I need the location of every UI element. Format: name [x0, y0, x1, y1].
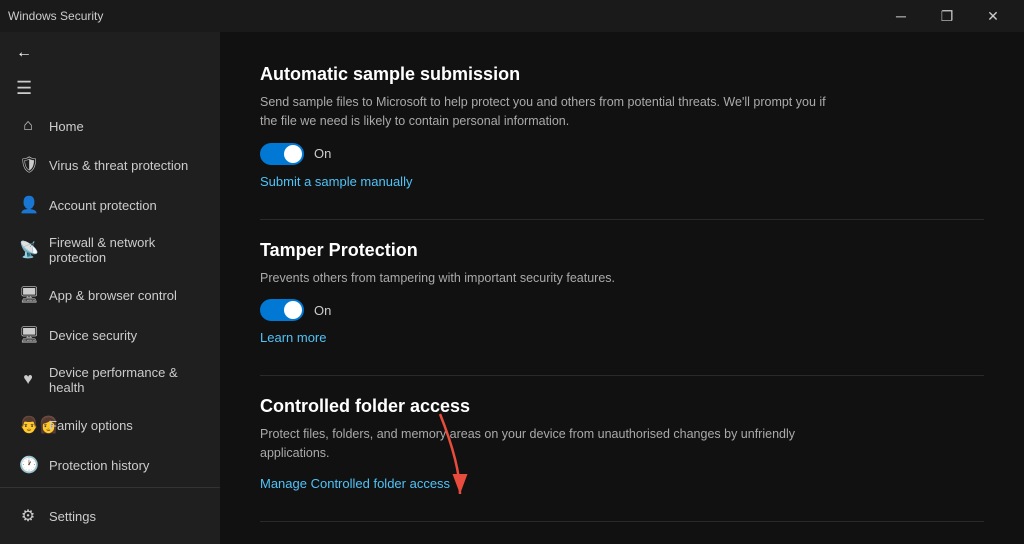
sidebar-item-firewall[interactable]: 📡 Firewall & network protection [0, 225, 220, 275]
shield-icon: 🛡 [19, 155, 37, 175]
section-desc-tamper: Prevents others from tampering with impo… [260, 269, 840, 288]
sidebar: ← ☰ ⌂ Home 🛡 Virus & threat protection 👤… [0, 32, 220, 544]
section-tamper: Tamper Protection Prevents others from t… [260, 240, 984, 348]
main-wrapper: Automatic sample submission Send sample … [220, 32, 1024, 544]
menu-icon[interactable]: ☰ [0, 70, 220, 107]
sidebar-item-label: Account protection [49, 198, 157, 213]
restore-button[interactable]: ❐ [924, 0, 970, 32]
app-body: ← ☰ ⌂ Home 🛡 Virus & threat protection 👤… [0, 32, 1024, 544]
sidebar-item-virus[interactable]: 🛡 Virus & threat protection [0, 145, 220, 185]
sidebar-item-history[interactable]: 🕐 Protection history [0, 445, 220, 485]
divider-1 [260, 219, 984, 220]
sidebar-item-label: Family options [49, 418, 133, 433]
link-learn-more[interactable]: Learn more [260, 330, 326, 345]
link-submit-sample[interactable]: Submit a sample manually [260, 174, 412, 189]
section-automatic-sample: Automatic sample submission Send sample … [260, 64, 984, 191]
family-icon: 👨‍👩 [19, 415, 37, 435]
sidebar-item-account[interactable]: 👤 Account protection [0, 185, 220, 225]
settings-icon: ⚙ [19, 506, 37, 526]
sidebar-item-home[interactable]: ⌂ Home [0, 107, 220, 145]
sidebar-footer: ⚙ Settings [0, 487, 220, 544]
title-bar-left: Windows Security [8, 9, 103, 23]
sidebar-item-devicesec[interactable]: 🖥 Device security [0, 315, 220, 355]
back-button[interactable]: ← [0, 36, 220, 70]
network-icon: 📡 [19, 240, 37, 260]
section-title-automatic: Automatic sample submission [260, 64, 984, 85]
app-title: Windows Security [8, 9, 103, 23]
section-controlled-folder: Controlled folder access Protect files, … [260, 396, 984, 493]
sidebar-item-family[interactable]: 👨‍👩 Family options [0, 405, 220, 445]
sidebar-item-label: App & browser control [49, 288, 177, 303]
minimize-button[interactable]: ─ [878, 0, 924, 32]
section-title-controlled: Controlled folder access [260, 396, 984, 417]
toggle-row-tamper: On [260, 299, 984, 321]
toggle-tamper[interactable] [260, 299, 304, 321]
toggle-row-automatic: On [260, 143, 984, 165]
sidebar-item-label: Virus & threat protection [49, 158, 188, 173]
toggle-automatic[interactable] [260, 143, 304, 165]
sidebar-item-label: Device security [49, 328, 137, 343]
toggle-label-automatic: On [314, 146, 331, 161]
home-icon: ⌂ [19, 117, 37, 135]
sidebar-item-appbrowser[interactable]: 🖥 App & browser control [0, 275, 220, 315]
toggle-label-tamper: On [314, 303, 331, 318]
sidebar-item-label: Home [49, 119, 84, 134]
section-title-tamper: Tamper Protection [260, 240, 984, 261]
sidebar-item-label: Protection history [49, 458, 149, 473]
back-icon: ← [16, 44, 32, 62]
sidebar-item-label: Device performance & health [49, 365, 204, 395]
account-icon: 👤 [19, 195, 37, 215]
divider-3 [260, 521, 984, 522]
close-button[interactable]: ✕ [970, 0, 1016, 32]
devicesec-icon: 🖥 [19, 325, 37, 345]
link-manage-folder[interactable]: Manage Controlled folder access [260, 476, 450, 491]
sidebar-item-label: Firewall & network protection [49, 235, 204, 265]
sidebar-item-deviceperf[interactable]: ♥ Device performance & health [0, 355, 220, 405]
sidebar-item-settings[interactable]: ⚙ Settings [0, 496, 220, 536]
deviceperf-icon: ♥ [19, 371, 37, 389]
main-content: Automatic sample submission Send sample … [220, 32, 1024, 544]
section-desc-automatic: Send sample files to Microsoft to help p… [260, 93, 840, 131]
sidebar-item-label: Settings [49, 509, 96, 524]
title-bar: Windows Security ─ ❐ ✕ [0, 0, 1024, 32]
appbrowser-icon: 🖥 [19, 285, 37, 305]
divider-2 [260, 375, 984, 376]
history-icon: 🕐 [19, 455, 37, 475]
title-bar-controls: ─ ❐ ✕ [878, 0, 1016, 32]
section-desc-controlled: Protect files, folders, and memory areas… [260, 425, 840, 463]
